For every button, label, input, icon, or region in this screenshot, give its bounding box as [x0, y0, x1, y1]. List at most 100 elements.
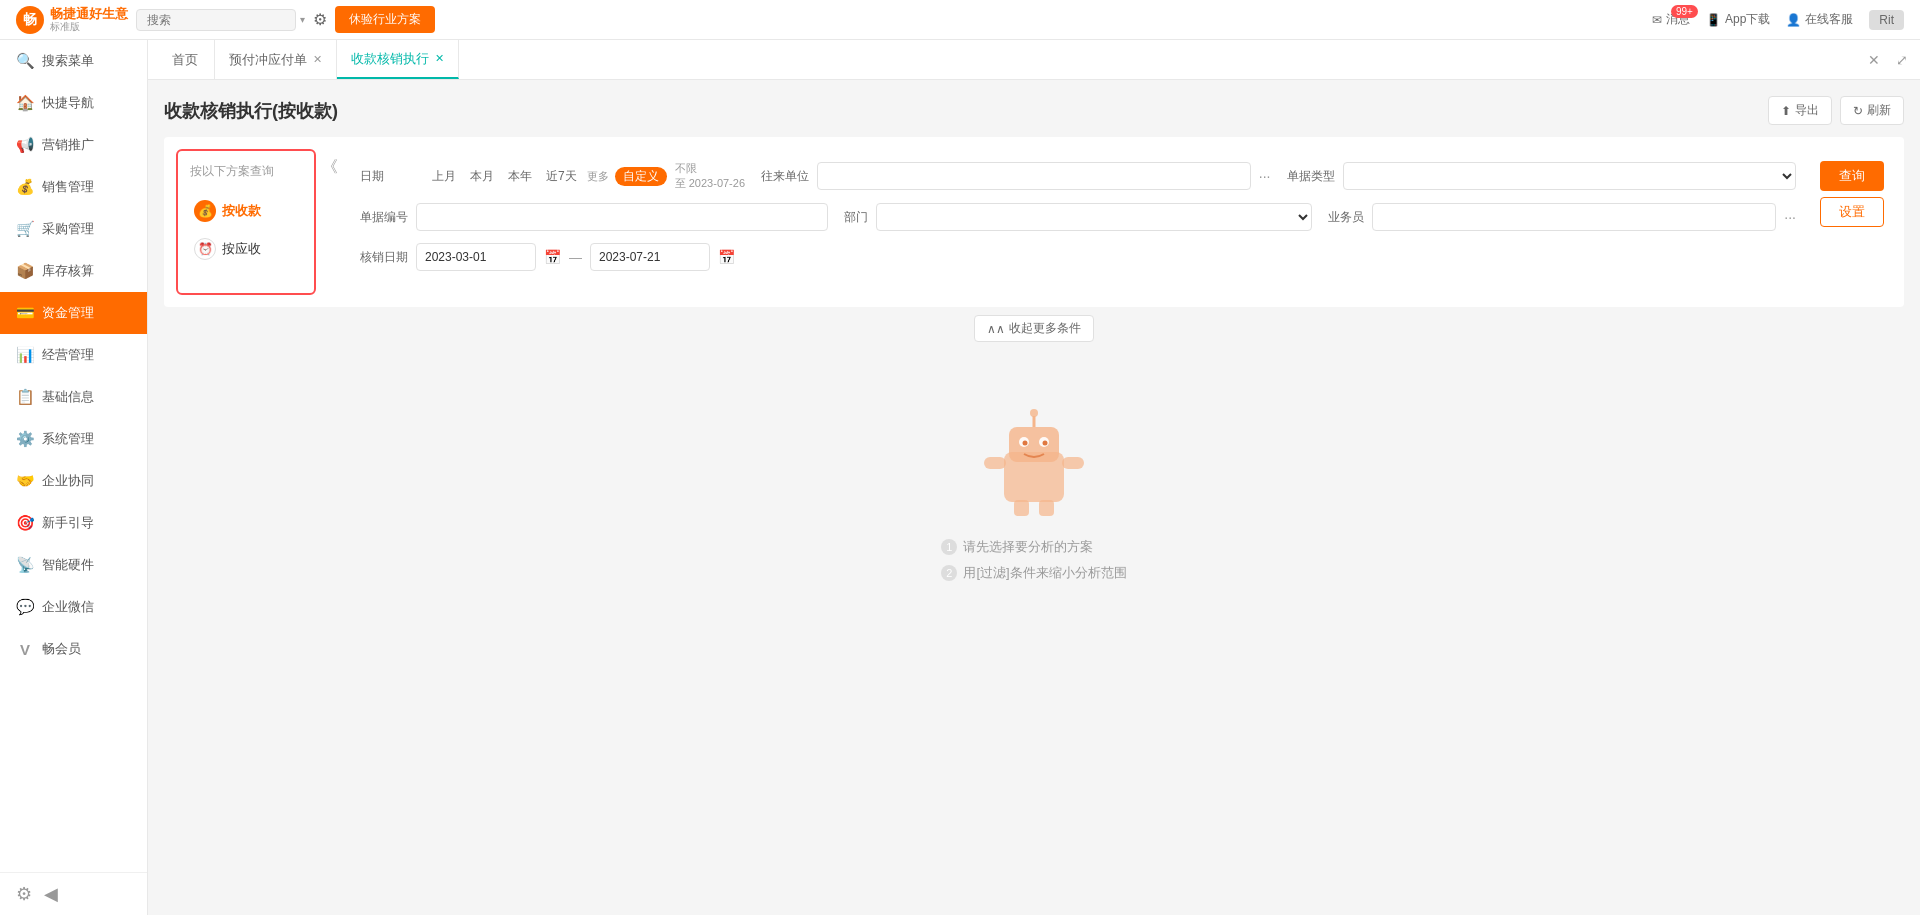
query-type-title: 按以下方案查询 — [186, 163, 306, 180]
marketing-icon: 📢 — [16, 136, 34, 154]
search-area: ▾ — [136, 9, 305, 31]
date-custom[interactable]: 自定义 — [615, 167, 667, 186]
user-info[interactable]: Rit — [1869, 10, 1904, 30]
app-download-label: App下载 — [1725, 11, 1770, 28]
query-buttons: 查询 设置 — [1812, 149, 1892, 295]
member-icon: V — [16, 641, 34, 658]
tab-bar: 首页 预付冲应付单 ✕ 收款核销执行 ✕ ✕ ⤢ — [148, 40, 1920, 80]
industry-button[interactable]: 休验行业方案 — [335, 6, 435, 33]
search-input[interactable] — [136, 9, 296, 31]
query-by-receipt[interactable]: 💰 按收款 — [186, 192, 306, 230]
tab-prepayment[interactable]: 预付冲应付单 ✕ — [215, 40, 337, 79]
date-this-month[interactable]: 本月 — [466, 167, 498, 186]
sidebar-item-sales[interactable]: 💰 销售管理 — [0, 166, 147, 208]
online-service-button[interactable]: 👤 在线客服 — [1786, 11, 1853, 28]
export-label: 导出 — [1795, 102, 1819, 119]
tab-receipt-verify[interactable]: 收款核销执行 ✕ — [337, 40, 459, 79]
home-icon: 🏠 — [16, 94, 34, 112]
svg-point-5 — [1043, 441, 1048, 446]
sidebar-label-search: 搜索菜单 — [42, 52, 94, 70]
gear-icon[interactable]: ⚙ — [313, 10, 327, 29]
sidebar-item-cooperation[interactable]: 🤝 企业协同 — [0, 460, 147, 502]
bill-no-label: 单据编号 — [360, 209, 408, 226]
collapse-sidebar-icon[interactable]: ◀ — [44, 883, 58, 905]
query-by-receivable[interactable]: ⏰ 按应收 — [186, 230, 306, 268]
top-bar-left: 畅 畅捷通好生意 标准版 ▾ ⚙ 休验行业方案 — [16, 6, 435, 34]
tab-expand-icon[interactable]: ⤢ — [1892, 48, 1912, 72]
hardware-icon: 📡 — [16, 556, 34, 574]
app-download-button[interactable]: 📱 App下载 — [1706, 11, 1770, 28]
sidebar-item-basic[interactable]: 📋 基础信息 — [0, 376, 147, 418]
finance-icon: 💳 — [16, 304, 34, 322]
bill-type-select[interactable] — [1343, 162, 1797, 190]
tab-receipt-verify-label: 收款核销执行 — [351, 50, 429, 68]
counterpart-dots-icon[interactable]: ··· — [1259, 168, 1271, 184]
refresh-button[interactable]: ↻ 刷新 — [1840, 96, 1904, 125]
query-type-panel: 按以下方案查询 💰 按收款 ⏰ 按应收 — [176, 149, 316, 295]
message-button[interactable]: ✉ 消息 99+ — [1652, 11, 1690, 28]
sidebar-label-marketing: 营销推广 — [42, 136, 94, 154]
sidebar-label-system: 系统管理 — [42, 430, 94, 448]
message-icon: ✉ — [1652, 13, 1662, 27]
tab-receipt-verify-close[interactable]: ✕ — [435, 52, 444, 65]
staff-dots-icon[interactable]: ··· — [1784, 209, 1796, 225]
date-unlimited-label: 不限 — [675, 161, 745, 176]
app-icon: 📱 — [1706, 13, 1721, 27]
dept-select[interactable] — [876, 203, 1312, 231]
sidebar-bottom: ⚙ ◀ — [0, 872, 147, 915]
verify-date-from-input[interactable] — [416, 243, 536, 271]
bill-no-input[interactable] — [416, 203, 828, 231]
collapse-query-panel-button[interactable]: 《 — [316, 149, 344, 295]
dept-label: 部门 — [844, 209, 868, 226]
verify-date-to-input[interactable] — [590, 243, 710, 271]
sidebar-item-wechat[interactable]: 💬 企业微信 — [0, 586, 147, 628]
tab-close-all-icon[interactable]: ✕ — [1864, 48, 1884, 72]
tab-prepayment-close[interactable]: ✕ — [313, 53, 322, 66]
sidebar-item-inventory[interactable]: 📦 库存核算 — [0, 250, 147, 292]
date-more[interactable]: 更多 — [587, 169, 609, 184]
verify-date-field: 核销日期 📅 — 📅 — [360, 243, 735, 271]
sidebar-label-finance: 资金管理 — [42, 304, 94, 322]
date-last-month[interactable]: 上月 — [428, 167, 460, 186]
sidebar-label-shortcut: 快捷导航 — [42, 94, 94, 112]
inventory-icon: 📦 — [16, 262, 34, 280]
tip-text-1: 请先选择要分析的方案 — [963, 538, 1093, 556]
sidebar-item-system[interactable]: ⚙️ 系统管理 — [0, 418, 147, 460]
top-bar: 畅 畅捷通好生意 标准版 ▾ ⚙ 休验行业方案 ✉ 消息 99+ 📱 App下载… — [0, 0, 1920, 40]
page-title: 收款核销执行(按收款) — [164, 99, 338, 123]
sidebar-item-member[interactable]: V 畅会员 — [0, 628, 147, 670]
sidebar-item-finance[interactable]: 💳 资金管理 — [0, 292, 147, 334]
sidebar-item-search[interactable]: 🔍 搜索菜单 — [0, 40, 147, 82]
query-button[interactable]: 查询 — [1820, 161, 1884, 191]
calendar-from-icon[interactable]: 📅 — [544, 249, 561, 265]
collapse-more-button[interactable]: ∧∧ 收起更多条件 — [974, 315, 1094, 342]
sidebar-item-hardware[interactable]: 📡 智能硬件 — [0, 544, 147, 586]
tab-home[interactable]: 首页 — [156, 40, 215, 79]
settings-bottom-icon[interactable]: ⚙ — [16, 883, 32, 905]
settings-button[interactable]: 设置 — [1820, 197, 1884, 227]
query-receipt-label: 按收款 — [222, 202, 261, 220]
sidebar-label-sales: 销售管理 — [42, 178, 94, 196]
app-version: 标准版 — [50, 21, 128, 33]
svg-rect-6 — [984, 457, 1006, 469]
sidebar-item-shortcut[interactable]: 🏠 快捷导航 — [0, 82, 147, 124]
message-badge: 99+ — [1671, 5, 1698, 18]
staff-input[interactable] — [1372, 203, 1776, 231]
counterpart-input[interactable] — [817, 162, 1251, 190]
export-button[interactable]: ⬆ 导出 — [1768, 96, 1832, 125]
query-receivable-label: 按应收 — [222, 240, 261, 258]
search-icon: 🔍 — [16, 52, 34, 70]
date-7days[interactable]: 近7天 — [542, 167, 581, 186]
counterpart-label: 往来单位 — [761, 168, 809, 185]
top-bar-right: ✉ 消息 99+ 📱 App下载 👤 在线客服 Rit — [1652, 10, 1904, 30]
date-this-year[interactable]: 本年 — [504, 167, 536, 186]
main-layout: 🔍 搜索菜单 🏠 快捷导航 📢 营销推广 💰 销售管理 🛒 采购管理 📦 库存核… — [0, 40, 1920, 915]
sidebar-item-operation[interactable]: 📊 经营管理 — [0, 334, 147, 376]
page-actions: ⬆ 导出 ↻ 刷新 — [1768, 96, 1904, 125]
sidebar-item-guide[interactable]: 🎯 新手引导 — [0, 502, 147, 544]
svg-rect-8 — [1014, 500, 1029, 516]
sidebar-item-marketing[interactable]: 📢 营销推广 — [0, 124, 147, 166]
calendar-to-icon[interactable]: 📅 — [718, 249, 735, 265]
sidebar-item-purchase[interactable]: 🛒 采购管理 — [0, 208, 147, 250]
bill-type-label: 单据类型 — [1287, 168, 1335, 185]
